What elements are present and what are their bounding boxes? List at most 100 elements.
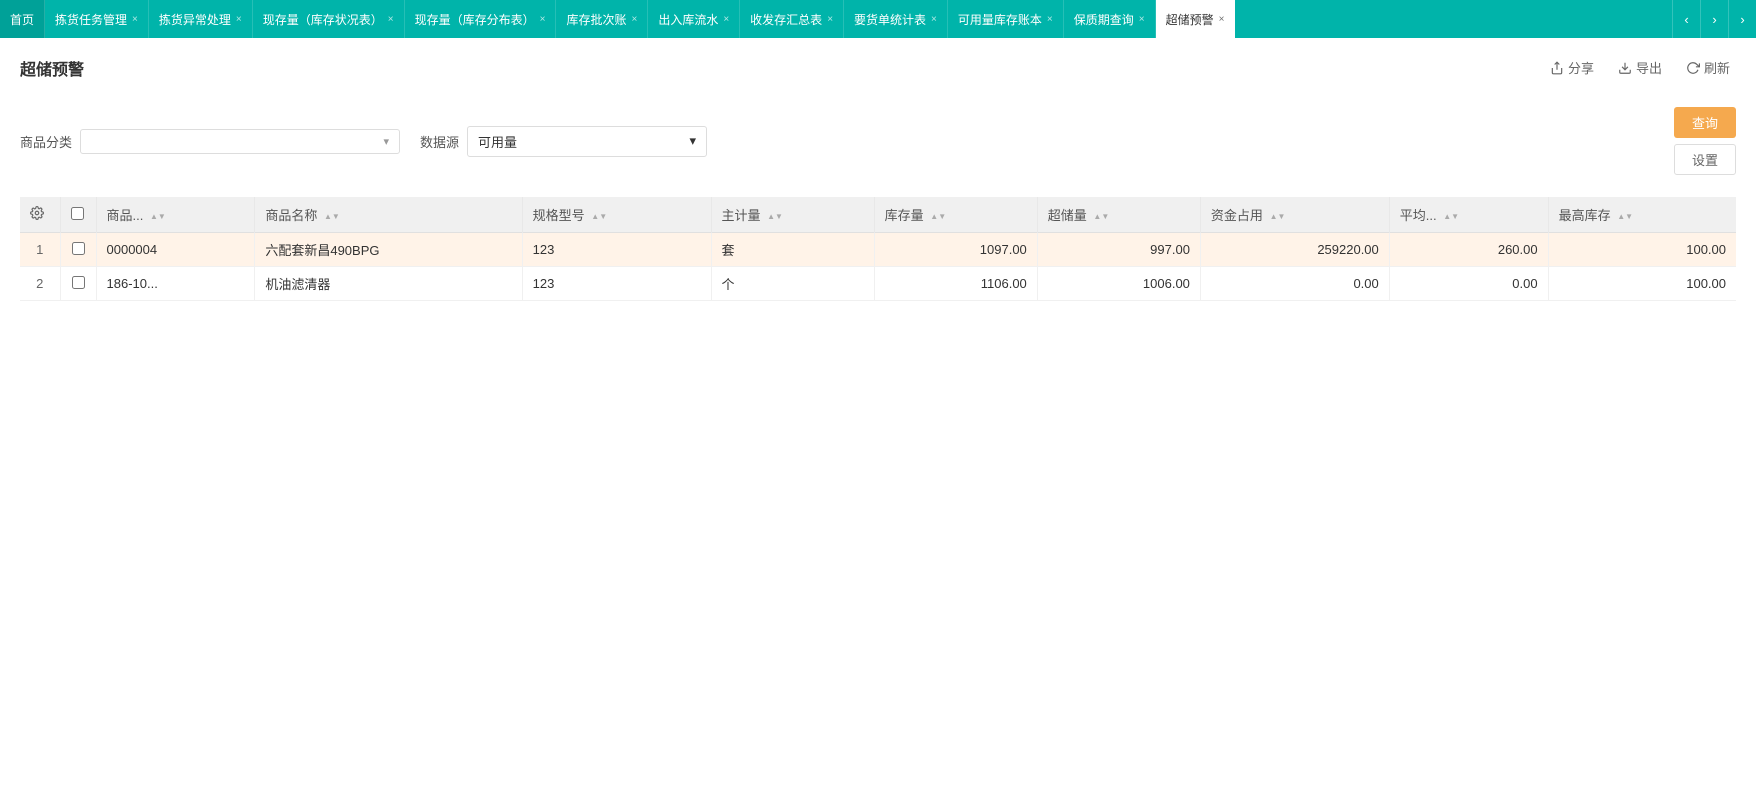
- nav-item-home[interactable]: 首页: [0, 0, 45, 38]
- td-stock-2: 1106.00: [874, 267, 1037, 301]
- refresh-button[interactable]: 刷新: [1680, 54, 1736, 81]
- td-spec-1: 123: [522, 233, 711, 267]
- td-capital-2: 0.00: [1200, 267, 1389, 301]
- nav-close-inout-flow[interactable]: ×: [723, 14, 729, 25]
- th-stock-label: 库存量: [885, 208, 924, 223]
- th-avg-label: 平均...: [1400, 208, 1437, 223]
- th-spec[interactable]: 规格型号 ▲▼: [522, 197, 711, 233]
- refresh-icon: [1686, 61, 1700, 75]
- setting-button[interactable]: 设置: [1674, 144, 1736, 175]
- nav-label-inventory-status: 现存量（库存状况表）: [263, 11, 383, 28]
- nav-item-expiry[interactable]: 保质期查询 ×: [1064, 0, 1156, 38]
- nav-item-batch-account[interactable]: 库存批次账 ×: [556, 0, 648, 38]
- filter-controls: 商品分类 ▾ 数据源 可用量 ▾: [20, 126, 1654, 157]
- nav-item-pick-exception[interactable]: 拣货异常处理 ×: [149, 0, 253, 38]
- nav-item-pick-task[interactable]: 拣货任务管理 ×: [45, 0, 149, 38]
- refresh-label: 刷新: [1704, 58, 1730, 77]
- nav-label-order-stats: 要货单统计表: [854, 11, 926, 28]
- th-code[interactable]: 商品... ▲▼: [96, 197, 255, 233]
- nav-close-batch-account[interactable]: ×: [631, 14, 637, 25]
- select-all-checkbox[interactable]: [71, 207, 84, 220]
- td-index-2: 2: [20, 267, 60, 301]
- th-max-stock-sort: ▲▼: [1617, 213, 1633, 221]
- td-max-stock-2: 100.00: [1548, 267, 1736, 301]
- th-unit-sort: ▲▼: [767, 213, 783, 221]
- page-header: 超储预警 分享 导出 刷新: [20, 54, 1736, 81]
- td-avg-1: 260.00: [1389, 233, 1548, 267]
- th-unit[interactable]: 主计量 ▲▼: [711, 197, 874, 233]
- nav-close-pick-exception[interactable]: ×: [236, 14, 242, 25]
- th-spec-sort: ▲▼: [591, 213, 607, 221]
- th-avg-sort: ▲▼: [1443, 213, 1459, 221]
- th-max-stock-label: 最高库存: [1559, 208, 1611, 223]
- td-index-1: 1: [20, 233, 60, 267]
- nav-item-collection[interactable]: 收发存汇总表 ×: [740, 0, 844, 38]
- th-gear[interactable]: [20, 197, 60, 233]
- nav-item-inventory-dist[interactable]: 现存量（库存分布表） ×: [405, 0, 557, 38]
- td-avg-2: 0.00: [1389, 267, 1548, 301]
- category-select[interactable]: ▾: [80, 129, 400, 154]
- export-label: 导出: [1636, 58, 1662, 77]
- nav-item-overstock[interactable]: 超储预警 ×: [1156, 0, 1236, 38]
- th-name[interactable]: 商品名称 ▲▼: [255, 197, 522, 233]
- nav-label-batch-account: 库存批次账: [566, 11, 626, 28]
- td-checkbox-1[interactable]: [60, 233, 96, 267]
- td-checkbox-2[interactable]: [60, 267, 96, 301]
- td-overstock-2: 1006.00: [1037, 267, 1200, 301]
- th-checkbox[interactable]: [60, 197, 96, 233]
- th-avg[interactable]: 平均... ▲▼: [1389, 197, 1548, 233]
- category-arrow-icon: ▾: [383, 135, 389, 148]
- th-overstock-label: 超储量: [1048, 208, 1087, 223]
- nav-label-inout-flow: 出入库流水: [658, 11, 718, 28]
- nav-label-available-stock: 可用量库存账本: [958, 11, 1042, 28]
- td-name-2: 机油滤清器: [255, 267, 522, 301]
- source-select[interactable]: 可用量 ▾: [467, 126, 707, 157]
- page-title: 超储预警: [20, 56, 84, 80]
- nav-label-home: 首页: [10, 11, 34, 28]
- th-stock-sort: ▲▼: [930, 213, 946, 221]
- nav-close-inventory-dist[interactable]: ×: [540, 14, 546, 25]
- top-nav: 首页 拣货任务管理 × 拣货异常处理 × 现存量（库存状况表） × 现存量（库存…: [0, 0, 1756, 38]
- nav-close-overstock[interactable]: ×: [1219, 14, 1225, 25]
- td-code-1: 0000004: [96, 233, 255, 267]
- query-button[interactable]: 查询: [1674, 107, 1736, 138]
- category-filter: 商品分类 ▾: [20, 129, 400, 154]
- th-code-sort: ▲▼: [150, 213, 166, 221]
- filter-bar: 商品分类 ▾ 数据源 可用量 ▾ 查询 设置: [20, 97, 1736, 185]
- nav-arrow-left[interactable]: ‹: [1672, 0, 1700, 38]
- th-max-stock[interactable]: 最高库存 ▲▼: [1548, 197, 1736, 233]
- row-checkbox-2[interactable]: [72, 276, 85, 289]
- data-table: 商品... ▲▼ 商品名称 ▲▼ 规格型号 ▲▼ 主计量 ▲▼ 库存量 ▲▼: [20, 197, 1736, 301]
- nav-close-order-stats[interactable]: ×: [931, 14, 937, 25]
- row-checkbox-1[interactable]: [72, 242, 85, 255]
- nav-label-pick-exception: 拣货异常处理: [159, 11, 231, 28]
- nav-arrow-more[interactable]: ›: [1728, 0, 1756, 38]
- th-spec-label: 规格型号: [533, 208, 585, 223]
- nav-close-available-stock[interactable]: ×: [1047, 14, 1053, 25]
- page-content: 超储预警 分享 导出 刷新 商品分类 ▾: [0, 38, 1756, 800]
- th-name-sort: ▲▼: [324, 213, 340, 221]
- nav-arrows: ‹ › ›: [1672, 0, 1756, 38]
- nav-close-expiry[interactable]: ×: [1139, 14, 1145, 25]
- th-capital[interactable]: 资金占用 ▲▼: [1200, 197, 1389, 233]
- gear-icon: [30, 206, 44, 220]
- nav-label-expiry: 保质期查询: [1074, 11, 1134, 28]
- nav-item-order-stats[interactable]: 要货单统计表 ×: [844, 0, 948, 38]
- th-name-label: 商品名称: [265, 208, 317, 223]
- table-row: 1 0000004 六配套新昌490BPG 123 套 1097.00 997.…: [20, 233, 1736, 267]
- th-stock[interactable]: 库存量 ▲▼: [874, 197, 1037, 233]
- share-button[interactable]: 分享: [1544, 54, 1600, 81]
- export-button[interactable]: 导出: [1612, 54, 1668, 81]
- nav-arrow-right[interactable]: ›: [1700, 0, 1728, 38]
- nav-close-collection[interactable]: ×: [827, 14, 833, 25]
- source-label: 数据源: [420, 132, 459, 151]
- nav-item-inventory-status[interactable]: 现存量（库存状况表） ×: [253, 0, 405, 38]
- nav-item-inout-flow[interactable]: 出入库流水 ×: [648, 0, 740, 38]
- nav-label-collection: 收发存汇总表: [750, 11, 822, 28]
- nav-label-inventory-dist: 现存量（库存分布表）: [415, 11, 535, 28]
- source-arrow-icon: ▾: [690, 133, 697, 149]
- th-overstock[interactable]: 超储量 ▲▼: [1037, 197, 1200, 233]
- nav-close-inventory-status[interactable]: ×: [388, 14, 394, 25]
- nav-close-pick-task[interactable]: ×: [132, 14, 138, 25]
- nav-item-available-stock[interactable]: 可用量库存账本 ×: [948, 0, 1064, 38]
